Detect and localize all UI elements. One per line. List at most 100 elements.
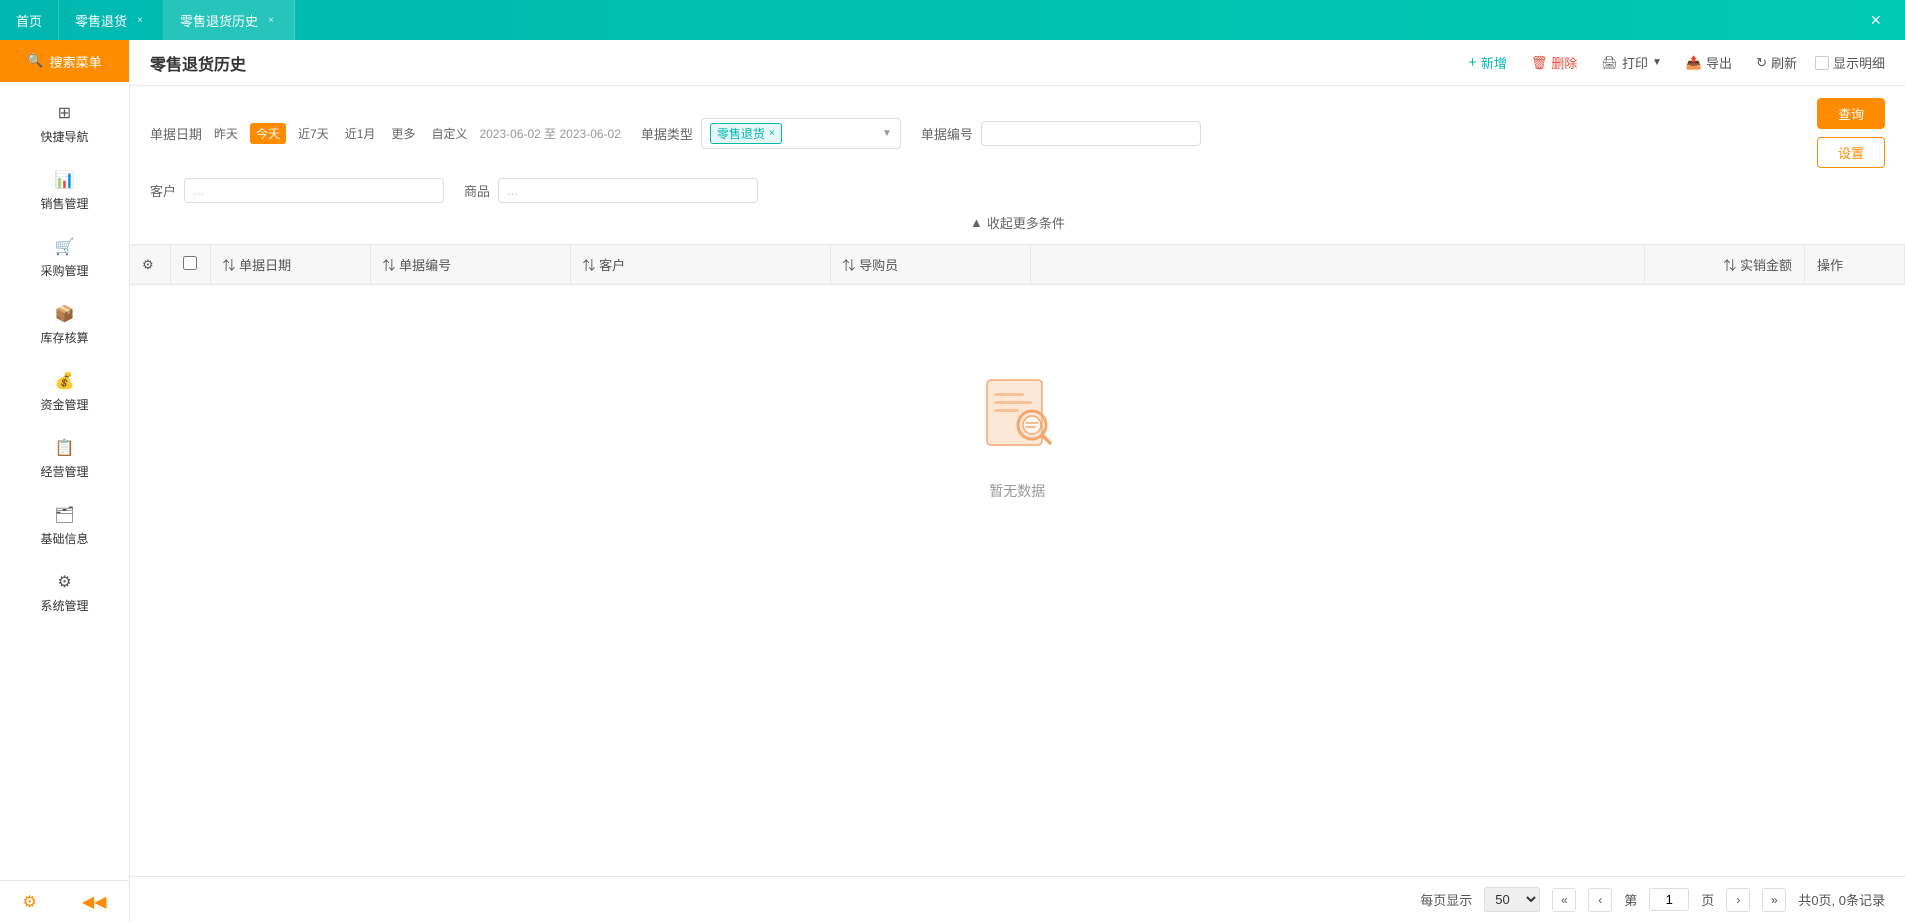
- new-button[interactable]: + 新增: [1462, 49, 1513, 76]
- col-guide[interactable]: ⇅ 导购员: [830, 245, 1030, 285]
- display-toggle-checkbox[interactable]: [1815, 56, 1829, 70]
- col-customer-label: ⇅ 客户: [583, 258, 626, 273]
- export-button[interactable]: 📤 导出: [1680, 49, 1738, 76]
- export-label: 导出: [1706, 53, 1732, 72]
- sidebar-item-sales-mgmt-label: 销售管理: [40, 195, 88, 212]
- goods-input[interactable]: [498, 178, 758, 203]
- sidebar-item-purchase-mgmt[interactable]: 🛒 采购管理: [0, 224, 129, 291]
- new-icon: +: [1468, 54, 1477, 71]
- bill-date-label: 单据日期: [150, 124, 202, 143]
- date-btn-7days[interactable]: 近7天: [294, 123, 333, 144]
- filter-area: 单据日期 昨天 今天 近7天 近1月 更多 自定义 2023-06-02 至 2…: [130, 86, 1905, 245]
- select-all-checkbox[interactable]: [183, 256, 197, 270]
- bill-type-select[interactable]: 零售退货 × ▼: [701, 118, 901, 149]
- display-toggle[interactable]: 显示明细: [1815, 53, 1885, 72]
- refresh-button[interactable]: ↻ 刷新: [1750, 49, 1803, 76]
- sidebar-item-operation[interactable]: 📋 经营管理: [0, 425, 129, 492]
- table-header-row: ⚙ ⇅ 单据日期 ⇅ 单据编号 ⇅ 客户: [130, 245, 1905, 285]
- page-first-icon: «: [1561, 893, 1568, 907]
- top-bar-right: ×: [1862, 10, 1905, 31]
- page-next-icon: ›: [1736, 893, 1740, 907]
- col-settings[interactable]: ⚙: [130, 245, 170, 285]
- header-actions: + 新增 🗑 删除 🖨 打印 ▼ 📤 导出 ↻ 刷: [1462, 49, 1885, 76]
- col-spacer: [1030, 245, 1645, 285]
- sidebar-item-finance-label: 资金管理: [40, 396, 88, 413]
- tab-bar: 首页 零售退货 × 零售退货历史 ×: [0, 0, 1862, 40]
- bill-type-dropdown-icon: ▼: [882, 128, 892, 139]
- sidebar-search-button[interactable]: 🔍 搜索菜单: [0, 40, 129, 82]
- bill-type-tag: 零售退货 ×: [710, 123, 782, 144]
- column-settings-icon[interactable]: ⚙: [142, 257, 154, 272]
- sidebar-item-system-mgmt[interactable]: ⚙ 系统管理: [0, 559, 129, 626]
- tab-retail-return-history-close[interactable]: ×: [264, 13, 278, 27]
- tab-retail-return[interactable]: 零售退货 ×: [59, 0, 164, 40]
- filter-settings-button[interactable]: 设置: [1817, 137, 1885, 168]
- collapse-label: 收起更多条件: [987, 213, 1065, 232]
- sidebar-item-purchase-mgmt-label: 采购管理: [40, 262, 88, 279]
- inventory-icon: 📦: [54, 303, 76, 325]
- print-dropdown-icon: ▼: [1652, 57, 1662, 68]
- page-next-button[interactable]: ›: [1726, 888, 1750, 912]
- new-label: 新增: [1481, 53, 1507, 72]
- empty-state-icon: [967, 365, 1067, 465]
- system-mgmt-icon: ⚙: [54, 571, 76, 593]
- goods-label: 商品: [464, 181, 490, 200]
- empty-text: 暂无数据: [989, 481, 1045, 501]
- date-btn-1month[interactable]: 近1月: [341, 123, 380, 144]
- page-header: 零售退货历史 + 新增 🗑 删除 🖨 打印 ▼ 📤 导出: [130, 40, 1905, 86]
- page-prev-button[interactable]: ‹: [1588, 888, 1612, 912]
- date-btn-custom[interactable]: 自定义: [427, 123, 471, 144]
- col-bill-date[interactable]: ⇅ 单据日期: [210, 245, 370, 285]
- tab-retail-return-close[interactable]: ×: [133, 13, 147, 27]
- query-button[interactable]: 查询: [1817, 98, 1885, 129]
- page-first-button[interactable]: «: [1552, 888, 1576, 912]
- col-customer[interactable]: ⇅ 客户: [570, 245, 830, 285]
- page-prev-icon: ‹: [1598, 893, 1602, 907]
- sidebar-item-system-mgmt-label: 系统管理: [40, 597, 88, 614]
- goods-filter: 商品: [464, 178, 758, 203]
- sidebar-item-inventory[interactable]: 📦 库存核算: [0, 291, 129, 358]
- table-body: 暂无数据: [130, 285, 1905, 582]
- col-checkbox[interactable]: [170, 245, 210, 285]
- tab-home[interactable]: 首页: [0, 0, 59, 40]
- quick-nav-icon: ⊞: [54, 102, 76, 124]
- purchase-mgmt-icon: 🛒: [54, 236, 76, 258]
- sidebar-item-finance[interactable]: 💰 资金管理: [0, 358, 129, 425]
- sidebar-item-quick-nav[interactable]: ⊞ 快捷导航: [0, 90, 129, 157]
- search-icon: 🔍: [27, 53, 43, 69]
- page-size-select[interactable]: 50 10 20 100: [1484, 887, 1540, 912]
- delete-button[interactable]: 🗑 删除: [1525, 49, 1584, 76]
- sidebar-collapse-button[interactable]: ◀◀: [74, 888, 115, 916]
- col-bill-date-label: ⇅ 单据日期: [223, 258, 292, 273]
- print-button[interactable]: 🖨 打印 ▼: [1595, 49, 1667, 76]
- page-last-button[interactable]: »: [1762, 888, 1786, 912]
- print-icon: 🖨: [1601, 55, 1618, 71]
- bill-type-label: 单据类型: [641, 124, 693, 143]
- filter-row-1: 单据日期 昨天 今天 近7天 近1月 更多 自定义 2023-06-02 至 2…: [150, 98, 1885, 168]
- page-last-icon: »: [1771, 893, 1778, 907]
- operation-icon: 📋: [54, 437, 76, 459]
- date-btn-today[interactable]: 今天: [250, 123, 286, 144]
- delete-label: 删除: [1551, 53, 1577, 72]
- collapse-button[interactable]: ▲ 收起更多条件: [970, 213, 1065, 232]
- print-label: 打印: [1622, 53, 1648, 72]
- col-amount[interactable]: ⇅ 实销金额: [1645, 245, 1805, 285]
- sidebar-gear-button[interactable]: ⚙: [15, 888, 45, 916]
- sidebar-bottom: ⚙ ◀◀: [0, 880, 129, 922]
- bill-no-label: 单据编号: [921, 124, 973, 143]
- sidebar-item-base-info[interactable]: 🗂 基础信息: [0, 492, 129, 559]
- bill-type-tag-close[interactable]: ×: [769, 128, 775, 139]
- customer-input[interactable]: [184, 178, 444, 203]
- window-close-button[interactable]: ×: [1862, 10, 1889, 30]
- page-number-input[interactable]: [1649, 888, 1689, 911]
- sidebar-item-sales-mgmt[interactable]: 📊 销售管理: [0, 157, 129, 224]
- tab-home-label: 首页: [16, 11, 42, 30]
- bill-no-input[interactable]: [981, 121, 1201, 146]
- tab-retail-return-history[interactable]: 零售退货历史 ×: [164, 0, 295, 40]
- export-icon: 📤: [1686, 55, 1702, 71]
- col-bill-no[interactable]: ⇅ 单据编号: [370, 245, 570, 285]
- sidebar-item-base-info-label: 基础信息: [40, 530, 88, 547]
- date-btn-yesterday[interactable]: 昨天: [210, 123, 242, 144]
- top-bar: 首页 零售退货 × 零售退货历史 × ×: [0, 0, 1905, 40]
- date-btn-more[interactable]: 更多: [387, 123, 419, 144]
